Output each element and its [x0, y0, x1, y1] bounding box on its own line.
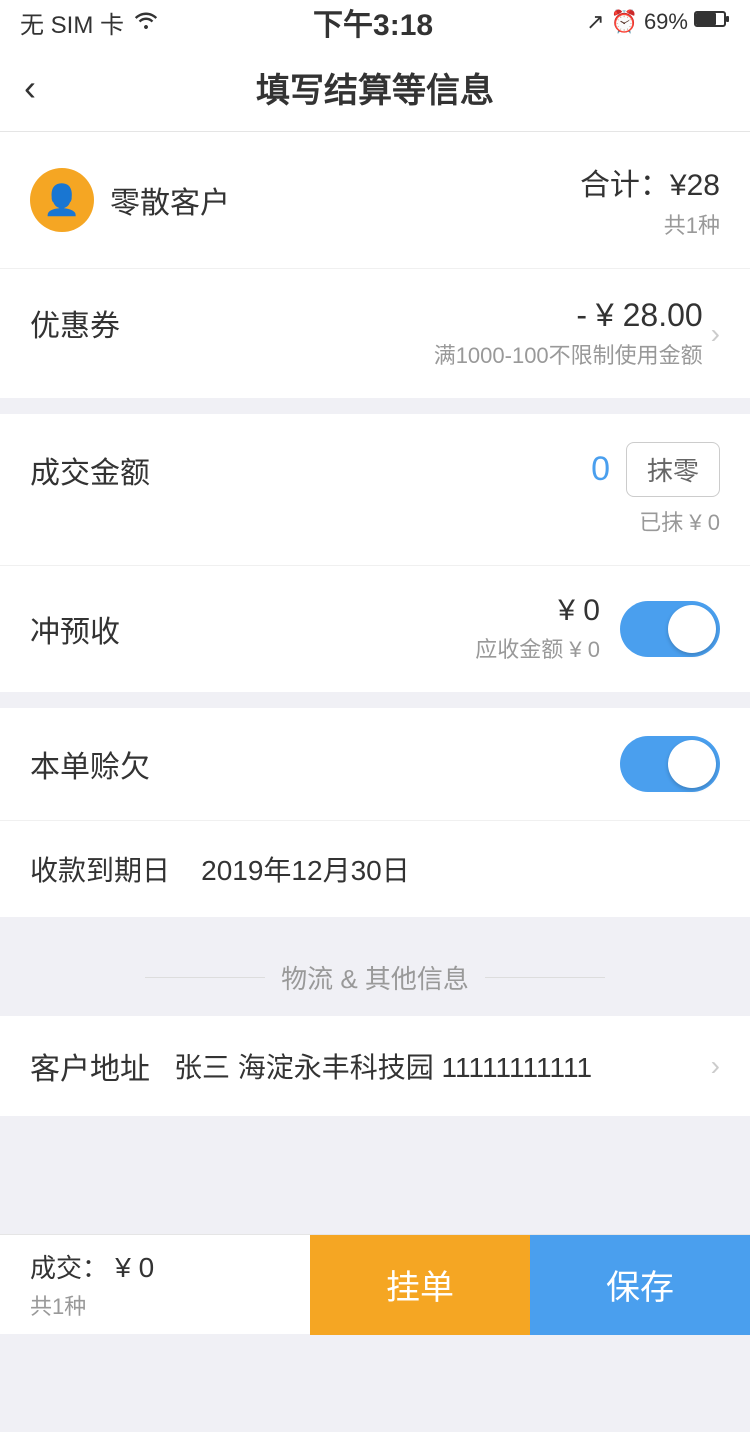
due-date-label: 收款到期日: [30, 855, 170, 886]
deal-amount-label: 成交金额: [30, 448, 150, 492]
logistics-line-right: [485, 977, 605, 978]
address-value: 张三 海淀永丰科技园 11111111111: [174, 1046, 711, 1086]
debt-section: 本单赊欠 收款到期日 2019年12月30日: [0, 708, 750, 917]
chevron-right-icon: ›: [711, 318, 720, 350]
customer-section: 👤 零散客户 合计：¥28 共1种 优惠券 - ¥ 28.00 满1000-10…: [0, 132, 750, 398]
coupon-row[interactable]: 优惠券 - ¥ 28.00 满1000-100不限制使用金额 ›: [0, 268, 750, 398]
prepay-right: ¥ 0 应收金额 ¥ 0: [475, 594, 720, 664]
deal-amount-sub: 已抹 ¥ 0: [30, 505, 720, 537]
location-icon: ↗: [586, 9, 604, 35]
avatar: 👤: [30, 168, 94, 232]
wifi-icon: [132, 8, 160, 36]
coupon-description: 满1000-100不限制使用金额: [434, 338, 703, 370]
bottom-count: 共1种: [30, 1289, 280, 1321]
logistics-line-left: [145, 977, 265, 978]
battery-icon: [694, 9, 730, 35]
prepay-row: 冲预收 ¥ 0 应收金额 ¥ 0: [0, 565, 750, 692]
battery-text: 69%: [644, 9, 688, 35]
deal-amount-value: 0: [591, 450, 610, 489]
status-right: ↗ ⏰ 69%: [586, 9, 730, 35]
status-bar: 无 SIM 卡 下午3:18 ↗ ⏰ 69%: [0, 0, 750, 44]
total-count: 共1种: [580, 208, 720, 240]
page-title: 填写结算等信息: [256, 63, 494, 112]
save-button[interactable]: 保存: [530, 1235, 750, 1335]
status-time: 下午3:18: [313, 0, 433, 44]
pending-button[interactable]: 挂单: [310, 1235, 530, 1335]
due-date-value: 2019年12月30日: [201, 855, 410, 886]
logistics-text: 物流 & 其他信息: [281, 959, 469, 996]
total-amount: 合计：¥28: [580, 160, 720, 204]
bottom-deal-row: 成交： ¥ 0: [30, 1248, 280, 1285]
content-area: 👤 零散客户 合计：¥28 共1种 优惠券 - ¥ 28.00 满1000-10…: [0, 132, 750, 1332]
deal-amount-section: 成交金额 0 抹零 已抹 ¥ 0: [0, 414, 750, 565]
avatar-icon: 👤: [43, 183, 80, 218]
coupon-label: 优惠券: [30, 297, 120, 345]
due-date-text: 收款到期日 2019年12月30日: [30, 855, 410, 886]
debt-toggle-thumb: [668, 740, 716, 788]
bottom-summary: 成交： ¥ 0 共1种: [0, 1248, 310, 1321]
customer-left: 👤 零散客户: [30, 168, 230, 232]
coupon-right: - ¥ 28.00 满1000-100不限制使用金额 ›: [434, 297, 720, 370]
prepay-sub: 应收金额 ¥ 0: [475, 632, 600, 664]
bottom-deal-label: 成交：: [30, 1253, 108, 1283]
deal-amount-right: 0 抹零: [591, 442, 720, 497]
prepay-toggle[interactable]: [620, 601, 720, 657]
coupon-content: - ¥ 28.00 满1000-100不限制使用金额: [434, 297, 703, 370]
prepay-label: 冲预收: [30, 607, 120, 651]
toggle-thumb: [668, 605, 716, 653]
bottom-deal-value: ¥ 0: [115, 1252, 154, 1283]
back-button[interactable]: ‹: [24, 67, 36, 109]
debt-row: 本单赊欠: [0, 708, 750, 820]
customer-right: 合计：¥28 共1种: [580, 160, 720, 240]
nav-bar: ‹ 填写结算等信息: [0, 44, 750, 132]
deal-amount-row: 成交金额 0 抹零: [30, 442, 720, 497]
logistics-label: 物流 & 其他信息: [145, 959, 605, 996]
coupon-amount: - ¥ 28.00: [434, 297, 703, 334]
alarm-icon: ⏰: [611, 9, 638, 35]
logistics-section: 物流 & 其他信息: [0, 933, 750, 1016]
prepay-value: ¥ 0: [475, 594, 600, 628]
deal-section: 成交金额 0 抹零 已抹 ¥ 0 冲预收 ¥ 0 应收金额 ¥ 0: [0, 414, 750, 692]
bottom-bar: 成交： ¥ 0 共1种 挂单 保存: [0, 1234, 750, 1334]
customer-name: 零散客户: [110, 178, 230, 222]
prepay-amounts: ¥ 0 应收金额 ¥ 0: [475, 594, 600, 664]
debt-label: 本单赊欠: [30, 742, 150, 786]
address-chevron-icon: ›: [711, 1050, 720, 1082]
carrier-text: 无 SIM 卡: [20, 5, 124, 40]
address-row[interactable]: 客户地址 张三 海淀永丰科技园 11111111111 ›: [0, 1016, 750, 1116]
address-label: 客户地址: [30, 1044, 150, 1088]
due-date-row: 收款到期日 2019年12月30日: [0, 820, 750, 917]
customer-row: 👤 零散客户 合计：¥28 共1种: [0, 132, 750, 268]
round-zero-button[interactable]: 抹零: [626, 442, 720, 497]
debt-toggle[interactable]: [620, 736, 720, 792]
status-left: 无 SIM 卡: [20, 5, 160, 40]
